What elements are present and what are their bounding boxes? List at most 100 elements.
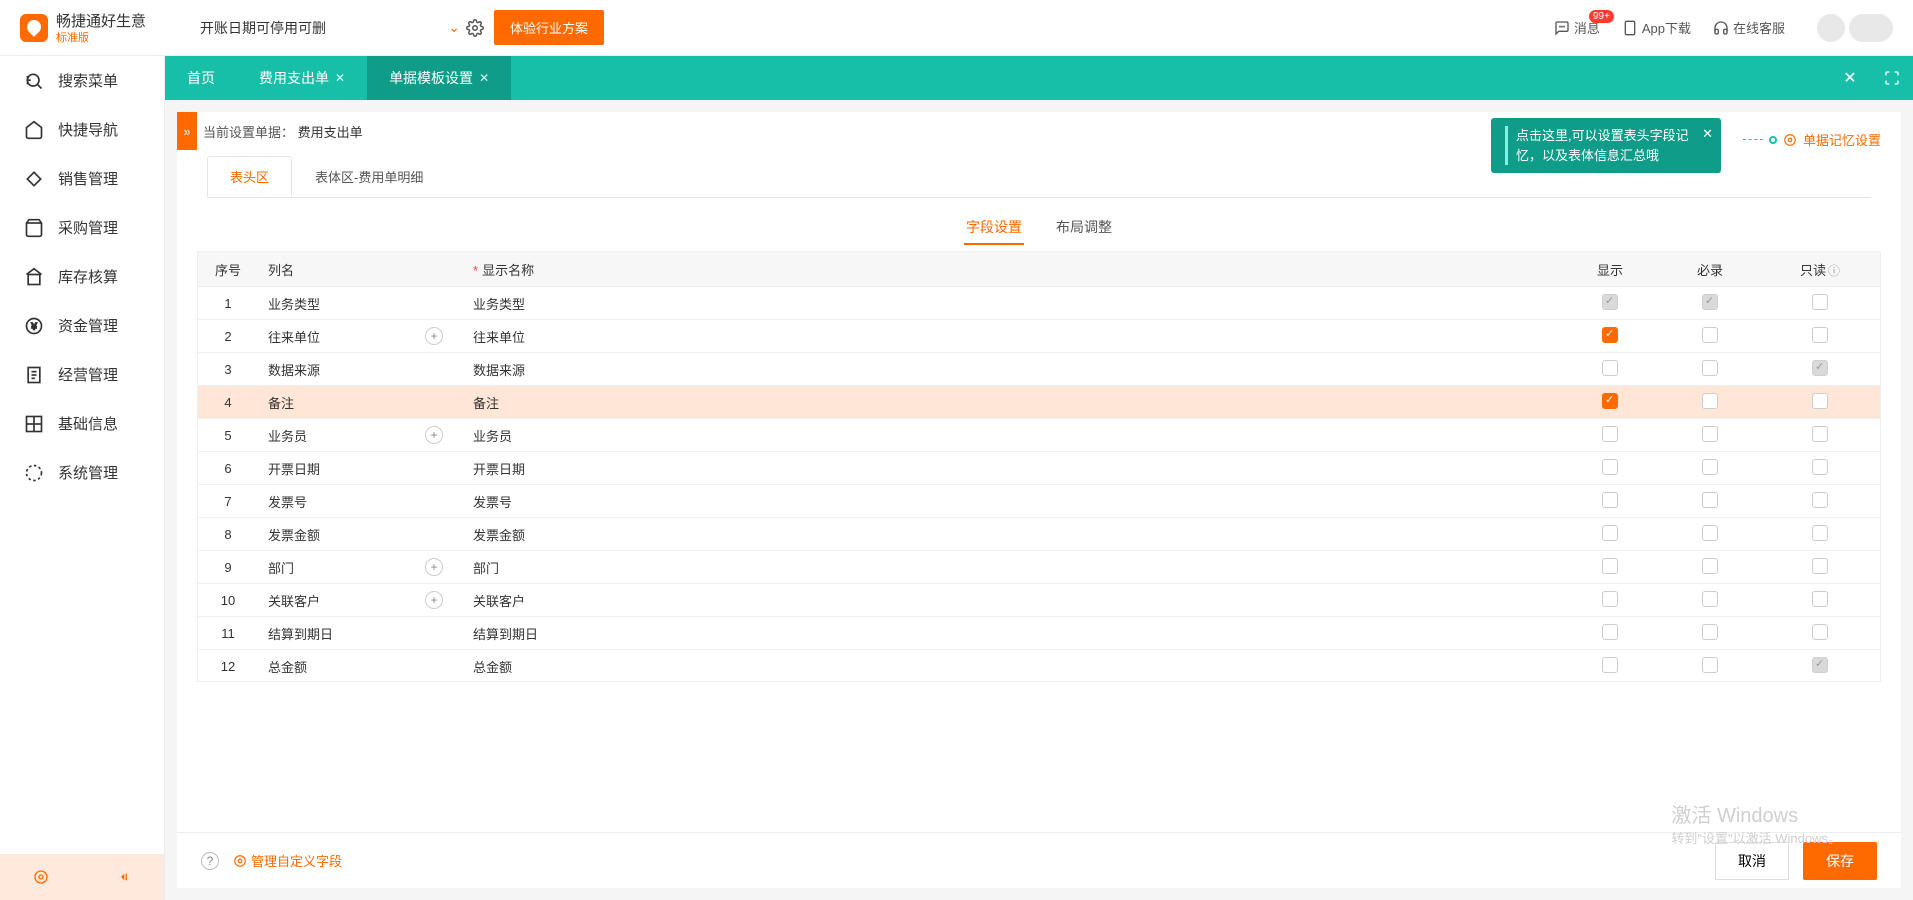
table-row[interactable]: 8发票金额发票金额: [198, 518, 1880, 551]
checkbox[interactable]: [1602, 360, 1618, 376]
cell-display[interactable]: 结算到期日: [463, 624, 1560, 643]
fullscreen-icon[interactable]: [1871, 70, 1913, 86]
checkbox[interactable]: [1702, 657, 1718, 673]
table-row[interactable]: 5业务员+业务员: [198, 419, 1880, 452]
sidebar-item-0[interactable]: 搜索菜单: [0, 56, 164, 105]
checkbox[interactable]: [1702, 327, 1718, 343]
custom-fields-link[interactable]: 管理自定义字段: [233, 851, 342, 870]
checkbox[interactable]: [1602, 624, 1618, 640]
sidebar-item-8[interactable]: 系统管理: [0, 448, 164, 497]
area-tab-1[interactable]: 表体区-费用单明细: [292, 156, 446, 197]
table-row[interactable]: 7发票号发票号: [198, 485, 1880, 518]
table-row[interactable]: 11结算到期日结算到期日: [198, 617, 1880, 650]
checkbox[interactable]: [1702, 525, 1718, 541]
add-icon[interactable]: +: [425, 426, 443, 444]
sidebar-settings-icon[interactable]: [33, 869, 49, 885]
tab-close-icon[interactable]: ✕: [479, 71, 489, 85]
sidebar-item-5[interactable]: ¥资金管理: [0, 301, 164, 350]
tab-0[interactable]: 首页: [165, 56, 237, 100]
tab-2[interactable]: 单据模板设置✕: [367, 56, 511, 100]
cell-display[interactable]: 发票号: [463, 492, 1560, 511]
table-row[interactable]: 12总金额总金额: [198, 650, 1880, 682]
cell-name: 发票号: [258, 492, 463, 511]
checkbox[interactable]: [1602, 492, 1618, 508]
tip-close-icon[interactable]: ✕: [1702, 124, 1713, 144]
cell-display[interactable]: 数据来源: [463, 360, 1560, 379]
checkbox[interactable]: [1602, 459, 1618, 475]
add-icon[interactable]: +: [425, 327, 443, 345]
tab-close-all-icon[interactable]: ✕: [1829, 68, 1871, 88]
sidebar-collapse-icon[interactable]: [114, 869, 132, 885]
sidebar-item-7[interactable]: 基础信息: [0, 399, 164, 448]
checkbox[interactable]: [1602, 393, 1618, 409]
tab-close-icon[interactable]: ✕: [335, 71, 345, 85]
add-icon[interactable]: +: [425, 591, 443, 609]
checkbox[interactable]: [1602, 591, 1618, 607]
checkbox[interactable]: [1812, 327, 1828, 343]
avatar-group[interactable]: [1817, 14, 1893, 42]
sidebar-item-3[interactable]: 采购管理: [0, 203, 164, 252]
account-selector[interactable]: 开账日期可停用可删 ⌄: [200, 18, 460, 38]
checkbox[interactable]: [1702, 426, 1718, 442]
table-row[interactable]: 10关联客户+关联客户: [198, 584, 1880, 617]
messages-link[interactable]: 消息 99+: [1554, 18, 1600, 37]
cell-display[interactable]: 发票金额: [463, 525, 1560, 544]
app-download-link[interactable]: App下载: [1622, 18, 1691, 37]
sidebar-item-1[interactable]: 快捷导航: [0, 105, 164, 154]
cell-display[interactable]: 往来单位: [463, 327, 1560, 346]
trial-button[interactable]: 体验行业方案: [494, 10, 604, 45]
checkbox[interactable]: [1602, 327, 1618, 343]
checkbox[interactable]: [1702, 591, 1718, 607]
cell-display[interactable]: 总金额: [463, 657, 1560, 676]
table-row[interactable]: 3数据来源数据来源: [198, 353, 1880, 386]
checkbox[interactable]: [1702, 624, 1718, 640]
cell-display[interactable]: 业务类型: [463, 294, 1560, 313]
help-question-icon[interactable]: ?: [201, 852, 219, 870]
memory-settings-link[interactable]: 单据记忆设置: [1743, 130, 1881, 149]
checkbox[interactable]: [1812, 492, 1828, 508]
table-row[interactable]: 4备注备注: [198, 386, 1880, 419]
checkbox[interactable]: [1702, 459, 1718, 475]
tab-1[interactable]: 费用支出单✕: [237, 56, 367, 100]
sidebar-item-4[interactable]: 库存核算: [0, 252, 164, 301]
cell-display[interactable]: 部门: [463, 558, 1560, 577]
checkbox[interactable]: [1602, 657, 1618, 673]
cell-display[interactable]: 开票日期: [463, 459, 1560, 478]
table-row[interactable]: 1业务类型业务类型: [198, 287, 1880, 320]
cell-display[interactable]: 关联客户: [463, 591, 1560, 610]
sidebar-item-2[interactable]: 销售管理: [0, 154, 164, 203]
checkbox[interactable]: [1602, 525, 1618, 541]
table-body[interactable]: 1业务类型业务类型2往来单位+往来单位3数据来源数据来源4备注备注5业务员+业务…: [197, 287, 1881, 682]
cell-display[interactable]: 业务员: [463, 426, 1560, 445]
help-icon[interactable]: ⓘ: [1828, 264, 1840, 278]
checkbox[interactable]: [1812, 294, 1828, 310]
customer-service-link[interactable]: 在线客服: [1713, 18, 1785, 37]
checkbox[interactable]: [1812, 525, 1828, 541]
sidebar-item-6[interactable]: 经营管理: [0, 350, 164, 399]
checkbox[interactable]: [1812, 624, 1828, 640]
checkbox[interactable]: [1702, 492, 1718, 508]
checkbox[interactable]: [1812, 591, 1828, 607]
cell-show: [1560, 558, 1660, 577]
checkbox[interactable]: [1702, 393, 1718, 409]
checkbox[interactable]: [1812, 426, 1828, 442]
checkbox[interactable]: [1812, 459, 1828, 475]
sub-tab-0[interactable]: 字段设置: [964, 211, 1024, 245]
table-row[interactable]: 2往来单位+往来单位: [198, 320, 1880, 353]
checkbox[interactable]: [1602, 558, 1618, 574]
cancel-button[interactable]: 取消: [1715, 842, 1789, 880]
cell-display[interactable]: 备注: [463, 393, 1560, 412]
settings-gear-icon[interactable]: [466, 19, 484, 37]
checkbox[interactable]: [1602, 426, 1618, 442]
checkbox[interactable]: [1702, 558, 1718, 574]
sub-tab-1[interactable]: 布局调整: [1054, 211, 1114, 245]
table-row[interactable]: 9部门+部门: [198, 551, 1880, 584]
save-button[interactable]: 保存: [1803, 842, 1877, 880]
checkbox[interactable]: [1812, 393, 1828, 409]
area-tab-0[interactable]: 表头区: [207, 156, 292, 197]
add-icon[interactable]: +: [425, 558, 443, 576]
checkbox[interactable]: [1702, 360, 1718, 376]
table-row[interactable]: 6开票日期开票日期: [198, 452, 1880, 485]
checkbox[interactable]: [1812, 558, 1828, 574]
crumb-expand-icon[interactable]: »: [177, 112, 197, 150]
